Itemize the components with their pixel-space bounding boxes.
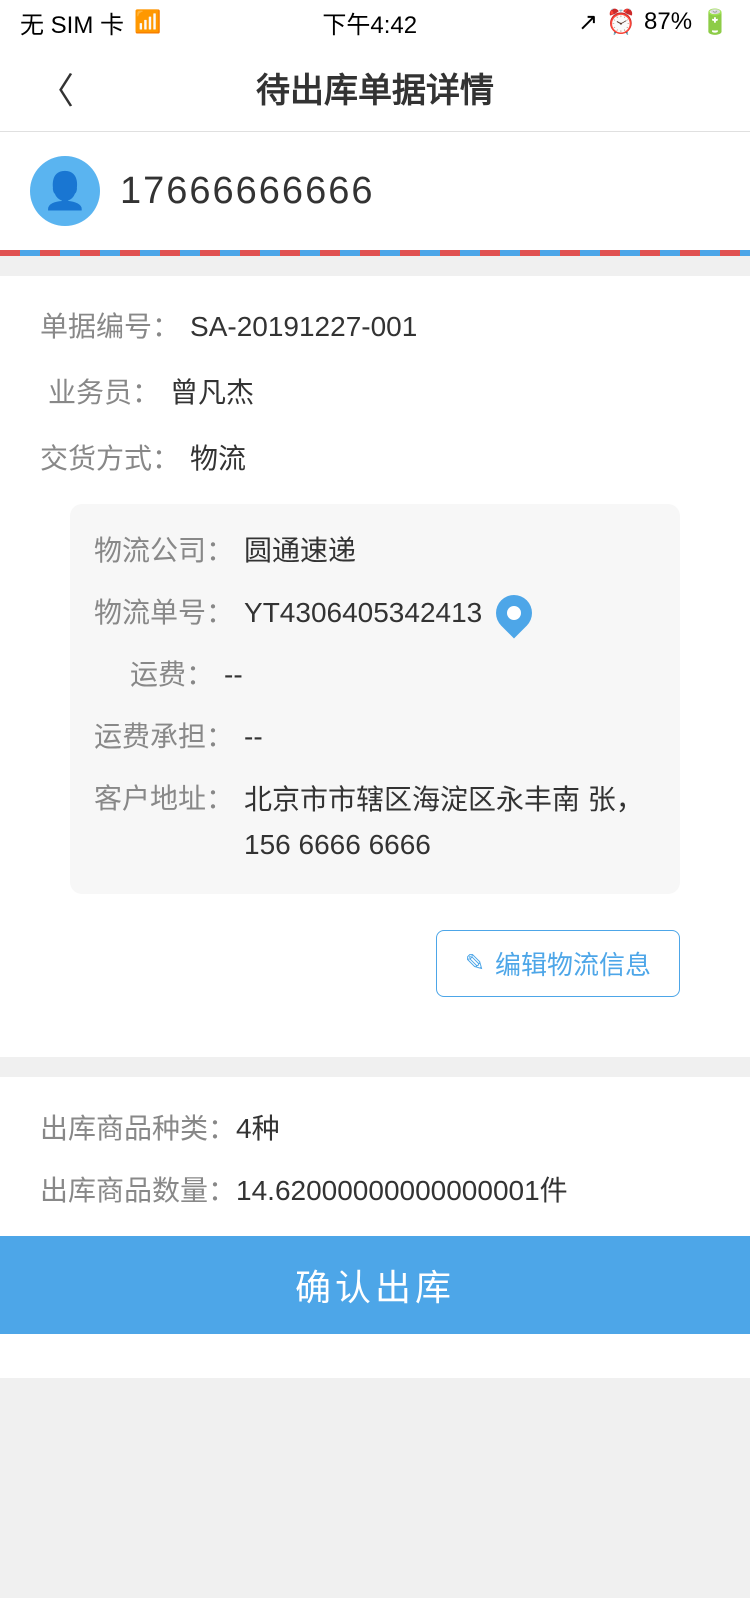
address-label: 客户地址： xyxy=(94,778,244,820)
tracking-row: 物流单号： YT4306405342413 xyxy=(94,592,656,634)
product-quantity-value: 14.62000000000000001件 xyxy=(236,1169,568,1209)
order-number-value: SA-20191227-001 xyxy=(190,306,710,348)
product-quantity-row: 出库商品数量： 14.62000000000000001件 xyxy=(40,1169,710,1209)
freight-label: 运费： xyxy=(94,654,224,696)
status-right: ↗ ⏰ 87% 🔋 xyxy=(578,8,730,37)
location-pin-icon[interactable] xyxy=(496,595,532,631)
edit-icon: ✎ xyxy=(465,949,485,978)
delivery-label: 交货方式： xyxy=(40,438,190,480)
tracking-label: 物流单号： xyxy=(94,592,244,634)
product-quantity-label: 出库商品数量： xyxy=(40,1169,236,1209)
avatar: 👤 xyxy=(30,156,100,226)
order-info-section: 单据编号： SA-20191227-001 业务员： 曾凡杰 交货方式： 物流 … xyxy=(0,276,750,1057)
freight-bear-label: 运费承担： xyxy=(94,716,244,758)
nav-bar: 〈 待出库单据详情 xyxy=(0,44,750,132)
product-type-value: 4种 xyxy=(236,1107,280,1147)
status-bar: 无 SIM 卡 📶 下午4:42 ↗ ⏰ 87% 🔋 xyxy=(0,0,750,44)
contact-header: 👤 17666666666 xyxy=(0,132,750,250)
page-title: 待出库单据详情 xyxy=(256,63,494,112)
confirm-button[interactable]: 确认出库 xyxy=(0,1236,750,1334)
logistics-company-row: 物流公司： 圆通速递 xyxy=(94,530,656,572)
location-icon: ↗ xyxy=(578,8,598,37)
tracking-value: YT4306405342413 xyxy=(244,592,656,634)
product-type-row: 出库商品种类： 4种 xyxy=(40,1107,710,1147)
back-button[interactable]: 〈 xyxy=(28,52,84,124)
order-number-label: 单据编号： xyxy=(40,306,190,348)
status-left: 无 SIM 卡 📶 xyxy=(20,5,161,40)
status-time: 下午4:42 xyxy=(322,5,417,40)
logistics-card: 物流公司： 圆通速递 物流单号： YT4306405342413 运费： -- xyxy=(70,504,680,894)
edit-logistics-label: 编辑物流信息 xyxy=(495,945,651,982)
confirm-label: 确认出库 xyxy=(295,1259,455,1311)
product-type-label: 出库商品种类： xyxy=(40,1107,236,1147)
edit-logistics-area: ✎ 编辑物流信息 xyxy=(40,914,710,1027)
battery-text: 87% xyxy=(644,8,692,36)
main-content: 单据编号： SA-20191227-001 业务员： 曾凡杰 交货方式： 物流 … xyxy=(0,256,750,1598)
order-number-row: 单据编号： SA-20191227-001 xyxy=(40,306,710,348)
map-pin[interactable] xyxy=(489,588,540,639)
logistics-company-value: 圆通速递 xyxy=(244,530,656,572)
contact-phone: 17666666666 xyxy=(120,170,374,213)
freight-value: -- xyxy=(224,654,656,696)
address-row: 客户地址： 北京市市辖区海淀区永丰南 张，156 6666 6666 xyxy=(94,778,656,868)
logistics-company-label: 物流公司： xyxy=(94,530,244,572)
salesman-value: 曾凡杰 xyxy=(170,372,710,414)
person-icon: 👤 xyxy=(43,170,88,212)
delivery-value: 物流 xyxy=(190,438,710,480)
delivery-row: 交货方式： 物流 xyxy=(40,438,710,480)
empty-space xyxy=(0,1378,750,1578)
freight-row: 运费： -- xyxy=(94,654,656,696)
battery-icon: 🔋 xyxy=(700,8,730,37)
edit-logistics-button[interactable]: ✎ 编辑物流信息 xyxy=(436,930,680,997)
salesman-row: 业务员： 曾凡杰 xyxy=(40,372,710,414)
alarm-icon: ⏰ xyxy=(606,8,636,37)
freight-bear-row: 运费承担： -- xyxy=(94,716,656,758)
salesman-label: 业务员： xyxy=(40,372,170,414)
address-value: 北京市市辖区海淀区永丰南 张，156 6666 6666 xyxy=(244,778,656,868)
freight-bear-value: -- xyxy=(244,716,656,758)
wifi-icon: 📶 xyxy=(134,9,161,35)
carrier-text: 无 SIM 卡 xyxy=(20,5,124,40)
tracking-number: YT4306405342413 xyxy=(244,592,482,634)
